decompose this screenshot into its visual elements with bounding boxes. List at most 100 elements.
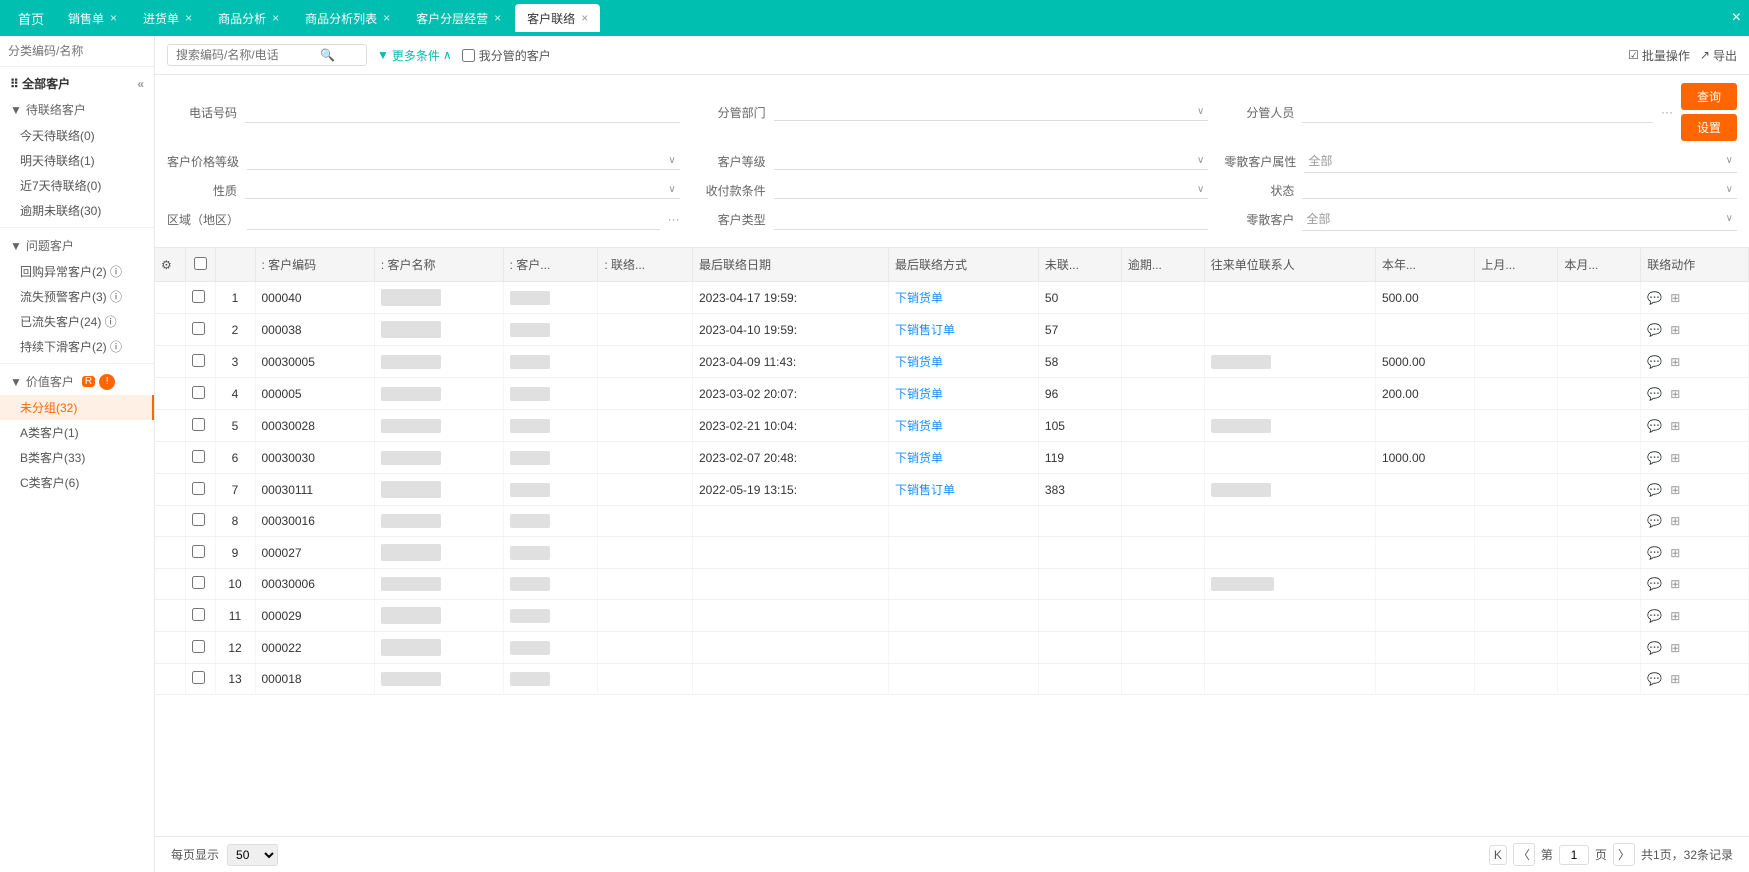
tab-customer-segment-close[interactable]: ×	[494, 11, 501, 25]
grid-icon[interactable]: ⊞	[1670, 577, 1680, 591]
tab-analysis-list-close[interactable]: ×	[383, 11, 390, 25]
contact-method-link[interactable]: 下销货单	[895, 387, 943, 401]
row-checkbox[interactable]	[192, 608, 205, 621]
grid-icon[interactable]: ⊞	[1670, 291, 1680, 305]
sidebar-search-input[interactable]	[8, 44, 155, 58]
filter-sparse-customer-select[interactable]: 全部 ∨	[1302, 207, 1737, 231]
contact-method-link[interactable]: 下销售订单	[895, 483, 955, 497]
reset-btn[interactable]: 设置	[1681, 114, 1737, 141]
chat-icon[interactable]: 💬	[1647, 546, 1662, 560]
grid-icon[interactable]: ⊞	[1670, 483, 1680, 497]
chat-icon[interactable]: 💬	[1647, 609, 1662, 623]
filter-customer-type-input[interactable]	[774, 209, 1209, 230]
first-page-btn[interactable]: K	[1489, 845, 1507, 865]
grid-icon[interactable]: ⊞	[1670, 451, 1680, 465]
sidebar-item-overdue-contact[interactable]: 逾期未联络(30)	[0, 198, 154, 223]
sidebar-item-lost[interactable]: 已流失客户(24) ⓘ	[0, 309, 154, 334]
contact-method-link[interactable]: 下销售订单	[895, 323, 955, 337]
page-input[interactable]	[1559, 845, 1589, 865]
chat-icon[interactable]: 💬	[1647, 355, 1662, 369]
tab-customer-contact-close[interactable]: ×	[581, 11, 588, 25]
filter-sparse-attr-select[interactable]: 全部 ∨	[1304, 149, 1737, 173]
tab-analysis-list[interactable]: 商品分析列表 ×	[293, 4, 402, 32]
sidebar-collapse-btn[interactable]: «	[137, 77, 144, 91]
row-checkbox[interactable]	[192, 290, 205, 303]
sidebar-item-abnormal[interactable]: 回购异常客户(2) ⓘ	[0, 259, 154, 284]
chat-icon[interactable]: 💬	[1647, 641, 1662, 655]
filter-dept-select[interactable]: ∨	[774, 103, 1209, 121]
export-btn[interactable]: ↗ 导出	[1700, 47, 1737, 64]
my-customers-checkbox[interactable]	[462, 49, 475, 62]
row-checkbox[interactable]	[192, 386, 205, 399]
filter-region-more[interactable]: ···	[668, 212, 680, 226]
group-pending[interactable]: ▼ 待联络客户	[0, 96, 154, 123]
my-customers-checkbox-label[interactable]: 我分管的客户	[462, 47, 551, 64]
tab-close-all[interactable]: ×	[1732, 9, 1741, 27]
grid-icon[interactable]: ⊞	[1670, 387, 1680, 401]
row-checkbox[interactable]	[192, 418, 205, 431]
row-checkbox[interactable]	[192, 450, 205, 463]
row-checkbox[interactable]	[192, 322, 205, 335]
group-value[interactable]: ▼ 价值客户 R !	[0, 368, 154, 395]
row-checkbox[interactable]	[192, 354, 205, 367]
sidebar-item-tomorrow[interactable]: 明天待联络(1)	[0, 148, 154, 173]
chat-icon[interactable]: 💬	[1647, 387, 1662, 401]
chat-icon[interactable]: 💬	[1647, 451, 1662, 465]
tab-customer-contact[interactable]: 客户联络 ×	[515, 4, 600, 32]
grid-icon[interactable]: ⊞	[1670, 355, 1680, 369]
contact-method-link[interactable]: 下销货单	[895, 355, 943, 369]
grid-icon[interactable]: ⊞	[1670, 609, 1680, 623]
tab-sales-close[interactable]: ×	[110, 11, 117, 25]
grid-icon[interactable]: ⊞	[1670, 323, 1680, 337]
chat-icon[interactable]: 💬	[1647, 514, 1662, 528]
row-checkbox[interactable]	[192, 671, 205, 684]
filter-person-input[interactable]	[1302, 102, 1653, 123]
sidebar-item-week[interactable]: 近7天待联络(0)	[0, 173, 154, 198]
row-checkbox[interactable]	[192, 513, 205, 526]
contact-method-link[interactable]: 下销货单	[895, 291, 943, 305]
group-problem[interactable]: ▼ 问题客户	[0, 232, 154, 259]
grid-icon[interactable]: ⊞	[1670, 641, 1680, 655]
chat-icon[interactable]: 💬	[1647, 672, 1662, 686]
sidebar-item-churn-risk[interactable]: 流失预警客户(3) ⓘ	[0, 284, 154, 309]
sidebar-item-ungrouped[interactable]: 未分组(32)	[0, 395, 154, 420]
search-input[interactable]	[176, 48, 316, 62]
tab-purchase-close[interactable]: ×	[185, 11, 192, 25]
grid-icon[interactable]: ⊞	[1670, 419, 1680, 433]
col-gear[interactable]: ⚙	[155, 248, 185, 282]
row-checkbox[interactable]	[192, 545, 205, 558]
row-checkbox[interactable]	[192, 482, 205, 495]
select-all-checkbox[interactable]	[194, 257, 207, 270]
sidebar-item-today[interactable]: 今天待联络(0)	[0, 123, 154, 148]
sidebar-item-b-class[interactable]: B类客户(33)	[0, 445, 154, 470]
page-size-select[interactable]: 50 100 200	[227, 844, 278, 866]
grid-icon[interactable]: ⊞	[1670, 514, 1680, 528]
contact-method-link[interactable]: 下销货单	[895, 451, 943, 465]
sidebar-item-a-class[interactable]: A类客户(1)	[0, 420, 154, 445]
chat-icon[interactable]: 💬	[1647, 483, 1662, 497]
chat-icon[interactable]: 💬	[1647, 419, 1662, 433]
filter-nature-select[interactable]: ∨	[245, 181, 680, 199]
batch-op-btn[interactable]: ☑ 批量操作	[1628, 47, 1690, 64]
filter-region-input[interactable]	[247, 209, 660, 230]
chat-icon[interactable]: 💬	[1647, 323, 1662, 337]
more-conditions-btn[interactable]: ▼ 更多条件 ∧	[377, 47, 452, 64]
sidebar-item-c-class[interactable]: C类客户(6)	[0, 470, 154, 495]
tab-home[interactable]: 首页	[8, 9, 54, 28]
filter-price-level-select[interactable]: ∨	[247, 152, 680, 170]
sidebar-item-declining[interactable]: 持续下滑客户(2) ⓘ	[0, 334, 154, 359]
tab-analysis[interactable]: 商品分析 ×	[206, 4, 291, 32]
tab-sales[interactable]: 销售单 ×	[56, 4, 129, 32]
filter-payment-select[interactable]: ∨	[774, 181, 1209, 199]
row-checkbox[interactable]	[192, 576, 205, 589]
next-page-btn[interactable]: 〉	[1613, 843, 1635, 866]
prev-page-btn[interactable]: 〈	[1513, 843, 1535, 866]
search-icon[interactable]: 🔍	[320, 48, 335, 62]
tab-analysis-close[interactable]: ×	[272, 11, 279, 25]
grid-icon[interactable]: ⊞	[1670, 546, 1680, 560]
row-checkbox[interactable]	[192, 640, 205, 653]
filter-status-select[interactable]: ∨	[1302, 181, 1737, 199]
filter-phone-input[interactable]	[245, 102, 680, 123]
tab-purchase[interactable]: 进货单 ×	[131, 4, 204, 32]
tab-customer-segment[interactable]: 客户分层经营 ×	[404, 4, 513, 32]
